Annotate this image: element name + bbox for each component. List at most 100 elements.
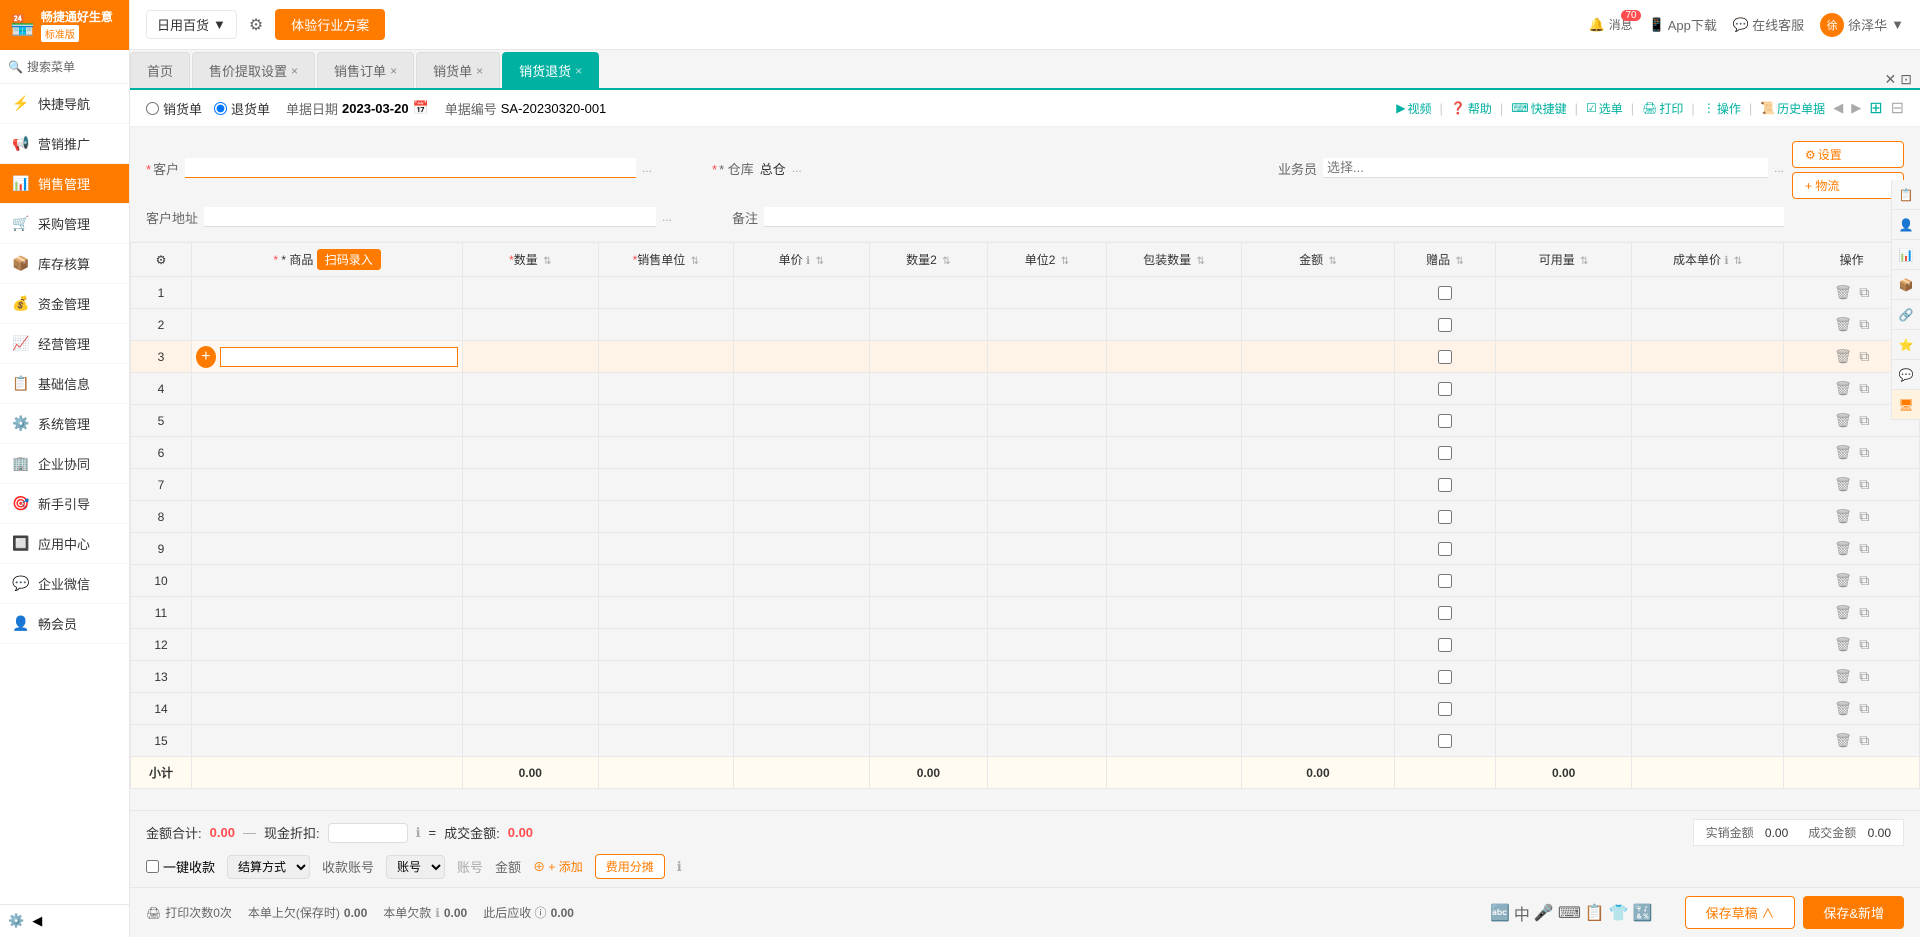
taskbar-icon-6[interactable]: 👕 xyxy=(1609,903,1629,923)
row-unit2-2[interactable] xyxy=(988,309,1107,341)
row-qty2-7[interactable] xyxy=(869,469,988,501)
sidebar-item-appstore[interactable]: 🔲 应用中心 xyxy=(0,524,129,564)
row-qty2-13[interactable] xyxy=(869,661,988,693)
row-price-14[interactable] xyxy=(734,693,870,725)
row-qty-11[interactable] xyxy=(463,597,599,629)
select-document-link[interactable]: ☑ 选单 xyxy=(1586,100,1623,117)
sidebar-item-marketing[interactable]: 📢 营销推广 xyxy=(0,124,129,164)
delete-btn-9[interactable]: 🗑 xyxy=(1832,538,1854,559)
row-pack-2[interactable] xyxy=(1106,309,1242,341)
online-service-link[interactable]: 💬 在线客服 xyxy=(1733,15,1804,34)
row-cost-12[interactable] xyxy=(1631,629,1783,661)
row-ops-15[interactable]: 🗑 ⧉ xyxy=(1784,725,1920,757)
row-unit2-4[interactable] xyxy=(988,373,1107,405)
row-amount-11[interactable] xyxy=(1242,597,1394,629)
row-qty-14[interactable] xyxy=(463,693,599,725)
row-price-7[interactable] xyxy=(734,469,870,501)
pack-sort-icon[interactable]: ⇅ xyxy=(1196,256,1204,267)
row-ops-13[interactable]: 🗑 ⧉ xyxy=(1784,661,1920,693)
row-goods-7[interactable] xyxy=(191,469,462,501)
row-unit2-15[interactable] xyxy=(988,725,1107,757)
row-gift-14[interactable] xyxy=(1394,693,1496,725)
row-avail-6[interactable] xyxy=(1496,437,1632,469)
row-price-2[interactable] xyxy=(734,309,870,341)
row-goods-14[interactable] xyxy=(191,693,462,725)
row-gift-11[interactable] xyxy=(1394,597,1496,629)
row-qty-3[interactable] xyxy=(463,341,599,373)
address-input[interactable] xyxy=(204,207,656,227)
row-amount-14[interactable] xyxy=(1242,693,1394,725)
row-amount-2[interactable] xyxy=(1242,309,1394,341)
tab-sales-order[interactable]: 销售订单 × xyxy=(317,52,414,88)
row-unit-14[interactable] xyxy=(598,693,734,725)
tab-sales-delivery[interactable]: 销货单 × xyxy=(416,52,500,88)
row-unit-9[interactable] xyxy=(598,533,734,565)
side-icon-3[interactable]: 📊 xyxy=(1892,240,1920,270)
row-ops-11[interactable]: 🗑 ⧉ xyxy=(1784,597,1920,629)
row-amount-15[interactable] xyxy=(1242,725,1394,757)
row-pack-6[interactable] xyxy=(1106,437,1242,469)
row-qty2-12[interactable] xyxy=(869,629,988,661)
save-draft-button[interactable]: 保存草稿 ∧ xyxy=(1685,896,1796,929)
unit2-sort-icon[interactable]: ⇅ xyxy=(1061,256,1069,267)
taskbar-icon-5[interactable]: 📋 xyxy=(1585,903,1605,923)
add-row-button[interactable]: + xyxy=(196,346,216,368)
user-menu[interactable]: 徐 徐泽华 ▼ xyxy=(1820,13,1904,37)
delete-btn-2[interactable]: 🗑 xyxy=(1832,314,1854,335)
row-price-8[interactable] xyxy=(734,501,870,533)
row-qty-13[interactable] xyxy=(463,661,599,693)
row-pack-8[interactable] xyxy=(1106,501,1242,533)
row-unit-13[interactable] xyxy=(598,661,734,693)
row-pack-10[interactable] xyxy=(1106,565,1242,597)
row-unit2-3[interactable] xyxy=(988,341,1107,373)
row-gift-4[interactable] xyxy=(1394,373,1496,405)
row-gift-9[interactable] xyxy=(1394,533,1496,565)
row-ops-12[interactable]: 🗑 ⧉ xyxy=(1784,629,1920,661)
row-pack-14[interactable] xyxy=(1106,693,1242,725)
row-unit2-5[interactable] xyxy=(988,405,1107,437)
row-amount-6[interactable] xyxy=(1242,437,1394,469)
row-price-15[interactable] xyxy=(734,725,870,757)
row-unit2-6[interactable] xyxy=(988,437,1107,469)
row-unit2-8[interactable] xyxy=(988,501,1107,533)
row-gift-5[interactable] xyxy=(1394,405,1496,437)
salesperson-select-btn[interactable]: ... xyxy=(1774,161,1784,175)
sidebar-item-basic[interactable]: 📋 基础信息 xyxy=(0,364,129,404)
delete-btn-8[interactable]: 🗑 xyxy=(1832,506,1854,527)
row-qty-5[interactable] xyxy=(463,405,599,437)
side-icon-4[interactable]: 📦 xyxy=(1892,270,1920,300)
row-avail-14[interactable] xyxy=(1496,693,1632,725)
calendar-icon[interactable]: 📅 xyxy=(413,100,429,116)
history-link[interactable]: 📜 历史单据 xyxy=(1760,100,1825,117)
row-amount-7[interactable] xyxy=(1242,469,1394,501)
row-pack-13[interactable] xyxy=(1106,661,1242,693)
row-pack-4[interactable] xyxy=(1106,373,1242,405)
row-unit2-13[interactable] xyxy=(988,661,1107,693)
sidebar-item-member[interactable]: 👤 畅会员 xyxy=(0,604,129,644)
collapse-icon[interactable]: ◀ xyxy=(32,913,42,929)
close-all-icon[interactable]: ✕ xyxy=(1885,71,1897,88)
row-unit-2[interactable] xyxy=(598,309,734,341)
row-avail-4[interactable] xyxy=(1496,373,1632,405)
row-unit2-10[interactable] xyxy=(988,565,1107,597)
row-goods-9[interactable] xyxy=(191,533,462,565)
logistics-btn[interactable]: + 物流 xyxy=(1792,172,1904,199)
cost-sort-icon[interactable]: ⇅ xyxy=(1734,256,1742,267)
prev-doc-icon[interactable]: ◀ xyxy=(1833,100,1843,116)
delete-btn-13[interactable]: 🗑 xyxy=(1832,666,1854,687)
row-amount-9[interactable] xyxy=(1242,533,1394,565)
row-cost-3[interactable] xyxy=(1631,341,1783,373)
print-link[interactable]: 🖨 打印 xyxy=(1642,100,1683,117)
row-qty-12[interactable] xyxy=(463,629,599,661)
notification-bell[interactable]: 🔔 70 消息 xyxy=(1589,16,1633,33)
gift-checkbox-15[interactable] xyxy=(1438,734,1452,748)
row-amount-12[interactable] xyxy=(1242,629,1394,661)
delete-btn-1[interactable]: 🗑 xyxy=(1832,282,1854,303)
row-cost-4[interactable] xyxy=(1631,373,1783,405)
taskbar-icon-1[interactable]: 🔤 xyxy=(1490,903,1510,923)
qty-sort-icon[interactable]: ⇅ xyxy=(543,256,551,267)
detail-view-icon[interactable]: ⊟ xyxy=(1891,98,1904,118)
row-ops-8[interactable]: 🗑 ⧉ xyxy=(1784,501,1920,533)
delete-btn-14[interactable]: 🗑 xyxy=(1832,698,1854,719)
row-ops-14[interactable]: 🗑 ⧉ xyxy=(1784,693,1920,725)
